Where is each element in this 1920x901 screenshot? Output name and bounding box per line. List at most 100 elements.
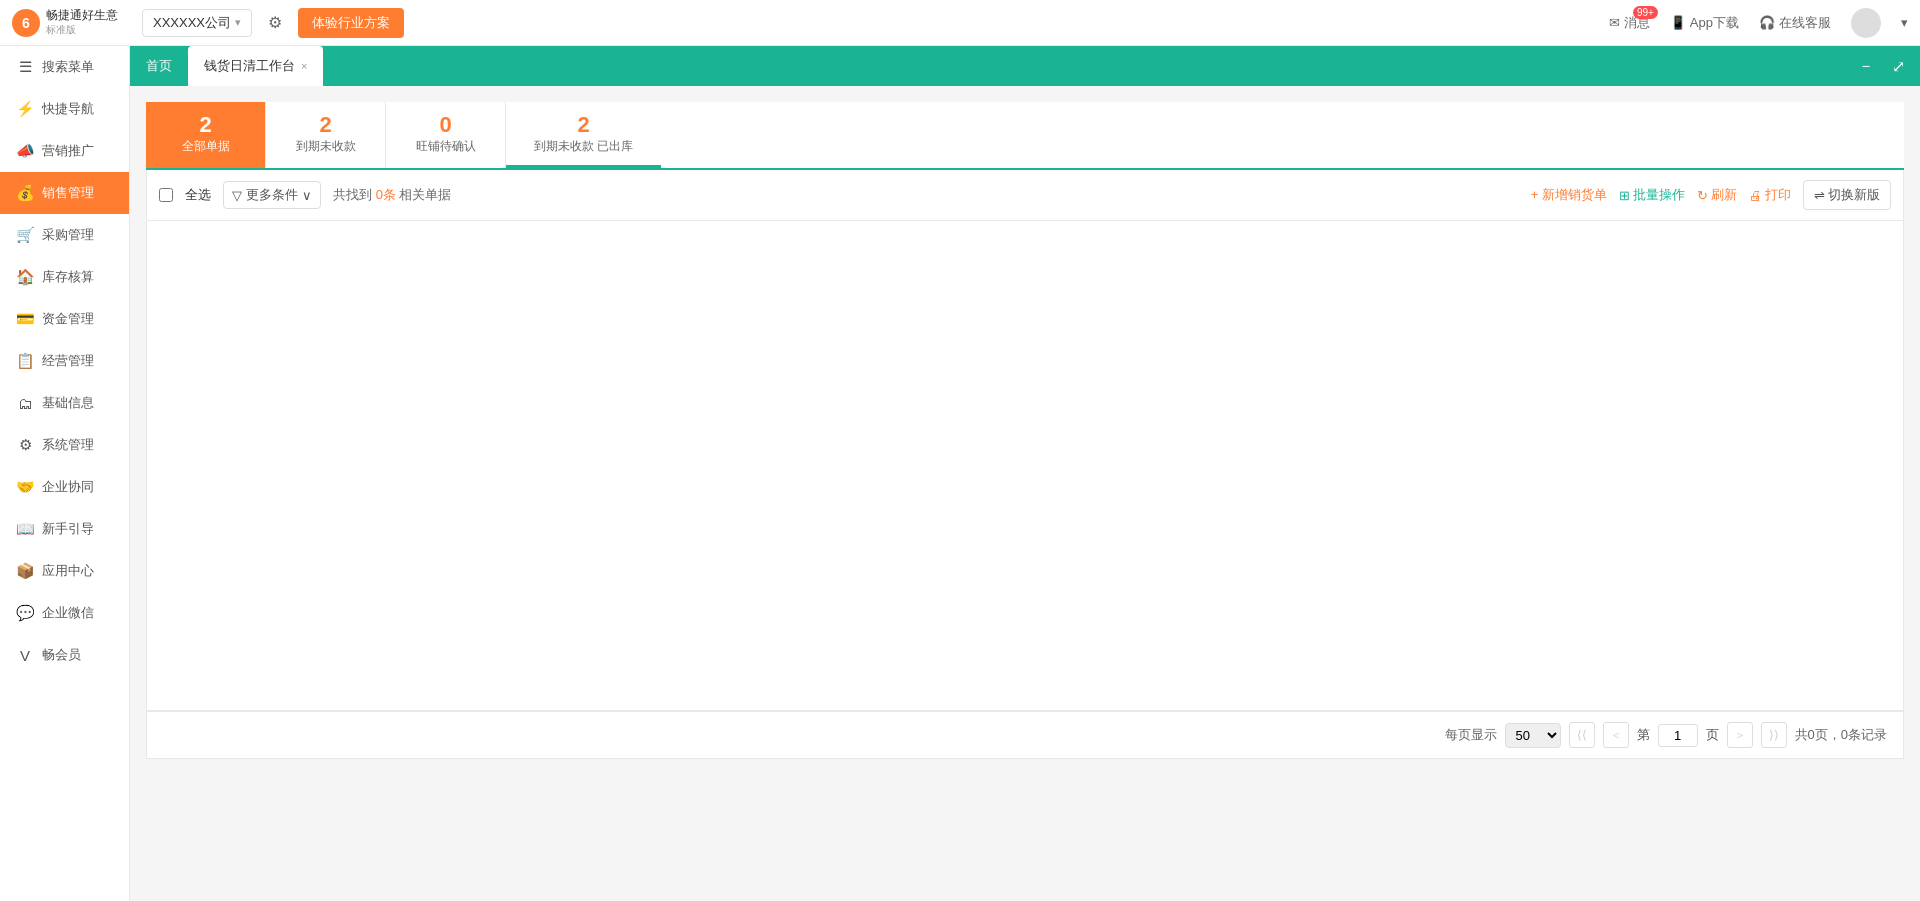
try-industry-button[interactable]: 体验行业方案 <box>298 8 404 38</box>
sidebar-item-purchase[interactable]: 🛒 采购管理 <box>0 214 129 256</box>
sidebar-item-finance[interactable]: 💳 资金管理 <box>0 298 129 340</box>
prev-page-button[interactable]: ＜ <box>1603 722 1629 748</box>
page-total: 共0页，0条记录 <box>1795 726 1887 744</box>
online-service-button[interactable]: 🎧 在线客服 <box>1759 14 1831 32</box>
filter-button[interactable]: ▽ 更多条件 ∨ <box>223 181 321 209</box>
batch-operation-button[interactable]: ⊞ 批量操作 <box>1619 186 1685 204</box>
user-menu[interactable]: ▾ <box>1901 15 1908 30</box>
minimize-button[interactable]: － <box>1852 52 1880 80</box>
user-avatar[interactable] <box>1851 8 1881 38</box>
stat-tab-all[interactable]: 2 全部单据 <box>146 102 266 168</box>
sidebar-item-label: 销售管理 <box>42 184 94 202</box>
tab-bar: 首页 钱货日清工作台 × － ⤢ <box>130 46 1920 86</box>
found-text: 共找到 0条 相关单据 <box>333 186 451 204</box>
tab-home[interactable]: 首页 <box>130 46 188 86</box>
stat-pending-label: 旺铺待确认 <box>416 139 476 153</box>
sidebar-item-search[interactable]: ☰ 搜索菜单 <box>0 46 129 88</box>
sidebar-item-label: 企业协同 <box>42 478 94 496</box>
close-tab-icon[interactable]: × <box>301 60 307 72</box>
sidebar-item-label: 新手引导 <box>42 520 94 538</box>
sidebar-item-label: 搜索菜单 <box>42 58 94 76</box>
inventory-icon: 🏠 <box>16 268 34 286</box>
app-download-button[interactable]: 📱 App下载 <box>1670 14 1739 32</box>
collab-icon: 🤝 <box>16 478 34 496</box>
sidebar-item-label: 经营管理 <box>42 352 94 370</box>
tab-daily-work[interactable]: 钱货日清工作台 × <box>188 46 323 86</box>
sidebar-item-enterprise-wechat[interactable]: 💬 企业微信 <box>0 592 129 634</box>
guide-icon: 📖 <box>16 520 34 538</box>
print-button[interactable]: 🖨 打印 <box>1749 186 1791 204</box>
stat-overdue-label: 到期未收款 <box>296 139 356 153</box>
wechat-icon: 💬 <box>16 604 34 622</box>
app-version: 标准版 <box>46 23 118 37</box>
dropdown-arrow-icon: ▾ <box>235 16 241 29</box>
sidebar-item-base-info[interactable]: 🗂 基础信息 <box>0 382 129 424</box>
download-icon: 📱 <box>1670 15 1686 30</box>
app-name: 畅捷通好生意 <box>46 8 118 24</box>
header-right: ✉ 消息 99+ 📱 App下载 🎧 在线客服 ▾ <box>1609 8 1908 38</box>
sidebar-item-label: 资金管理 <box>42 310 94 328</box>
purchase-icon: 🛒 <box>16 226 34 244</box>
sidebar-item-label: 快捷导航 <box>42 100 94 118</box>
base-info-icon: 🗂 <box>16 395 34 412</box>
sidebar-item-marketing[interactable]: 📣 营销推广 <box>0 130 129 172</box>
app-logo-icon: 6 <box>12 9 40 37</box>
first-page-button[interactable]: ⟨⟨ <box>1569 722 1595 748</box>
stat-shipped-num: 2 <box>534 112 633 138</box>
filter-dropdown-icon: ∨ <box>302 188 312 203</box>
stat-tab-shipped[interactable]: 2 到期未收款 已出库 <box>506 102 661 168</box>
member-icon: V <box>16 647 34 664</box>
refresh-button[interactable]: ↻ 刷新 <box>1697 186 1737 204</box>
sales-icon: 💰 <box>16 184 34 202</box>
sidebar-item-label: 应用中心 <box>42 562 94 580</box>
tab-daily-work-label: 钱货日清工作台 <box>204 57 295 75</box>
minus-icon: － <box>1858 56 1874 77</box>
sidebar-item-member[interactable]: V 畅会员 <box>0 634 129 676</box>
page-number-input[interactable] <box>1658 724 1698 747</box>
select-all-checkbox[interactable] <box>159 188 173 202</box>
sidebar-item-label: 营销推广 <box>42 142 94 160</box>
expand-icon: ⤢ <box>1892 57 1905 76</box>
filter-label: 更多条件 <box>246 186 298 204</box>
settings-button[interactable]: ⚙ <box>260 8 290 38</box>
refresh-icon: ↻ <box>1697 188 1708 203</box>
batch-icon: ⊞ <box>1619 188 1630 203</box>
switch-version-button[interactable]: ⇌ 切换新版 <box>1803 180 1891 210</box>
sidebar-item-operations[interactable]: 📋 经营管理 <box>0 340 129 382</box>
next-page-button[interactable]: ＞ <box>1727 722 1753 748</box>
filter-icon: ▽ <box>232 188 242 203</box>
sidebar-item-enterprise-collab[interactable]: 🤝 企业协同 <box>0 466 129 508</box>
stat-overdue-num: 2 <box>294 112 357 138</box>
app-center-icon: 📦 <box>16 562 34 580</box>
gear-icon: ⚙ <box>268 13 282 32</box>
sidebar-item-system[interactable]: ⚙ 系统管理 <box>0 424 129 466</box>
sidebar-item-inventory[interactable]: 🏠 库存核算 <box>0 256 129 298</box>
tab-home-label: 首页 <box>146 57 172 75</box>
service-icon: 🎧 <box>1759 15 1775 30</box>
stat-all-num: 2 <box>174 112 237 138</box>
sidebar-item-guide[interactable]: 📖 新手引导 <box>0 508 129 550</box>
message-button[interactable]: ✉ 消息 99+ <box>1609 14 1650 32</box>
page-label: 第 <box>1637 726 1650 744</box>
switch-icon: ⇌ <box>1814 188 1825 203</box>
sidebar-item-quick-nav[interactable]: ⚡ 快捷导航 <box>0 88 129 130</box>
sidebar-item-label: 基础信息 <box>42 394 94 412</box>
per-page-select[interactable]: 50 100 200 <box>1505 723 1561 748</box>
quick-nav-icon: ⚡ <box>16 100 34 118</box>
search-menu-icon: ☰ <box>16 58 34 76</box>
sidebar-item-sales[interactable]: 💰 销售管理 <box>0 172 129 214</box>
user-dropdown-icon: ▾ <box>1901 15 1908 30</box>
stat-tab-overdue[interactable]: 2 到期未收款 <box>266 102 386 168</box>
stat-tab-pending[interactable]: 0 旺铺待确认 <box>386 102 506 168</box>
sidebar-item-app-center[interactable]: 📦 应用中心 <box>0 550 129 592</box>
table-area <box>146 221 1904 711</box>
last-page-button[interactable]: ⟩⟩ <box>1761 722 1787 748</box>
marketing-icon: 📣 <box>16 142 34 160</box>
logo-area: 6 畅捷通好生意 标准版 <box>12 8 142 38</box>
sidebar-item-label: 采购管理 <box>42 226 94 244</box>
company-selector[interactable]: XXXXXX公司 ▾ <box>142 9 252 37</box>
operations-icon: 📋 <box>16 352 34 370</box>
toolbar-right: + 新增销货单 ⊞ 批量操作 ↻ 刷新 🖨 打印 ⇌ 切换新版 <box>1531 180 1891 210</box>
add-order-button[interactable]: + 新增销货单 <box>1531 186 1607 204</box>
maximize-button[interactable]: ⤢ <box>1884 52 1912 80</box>
